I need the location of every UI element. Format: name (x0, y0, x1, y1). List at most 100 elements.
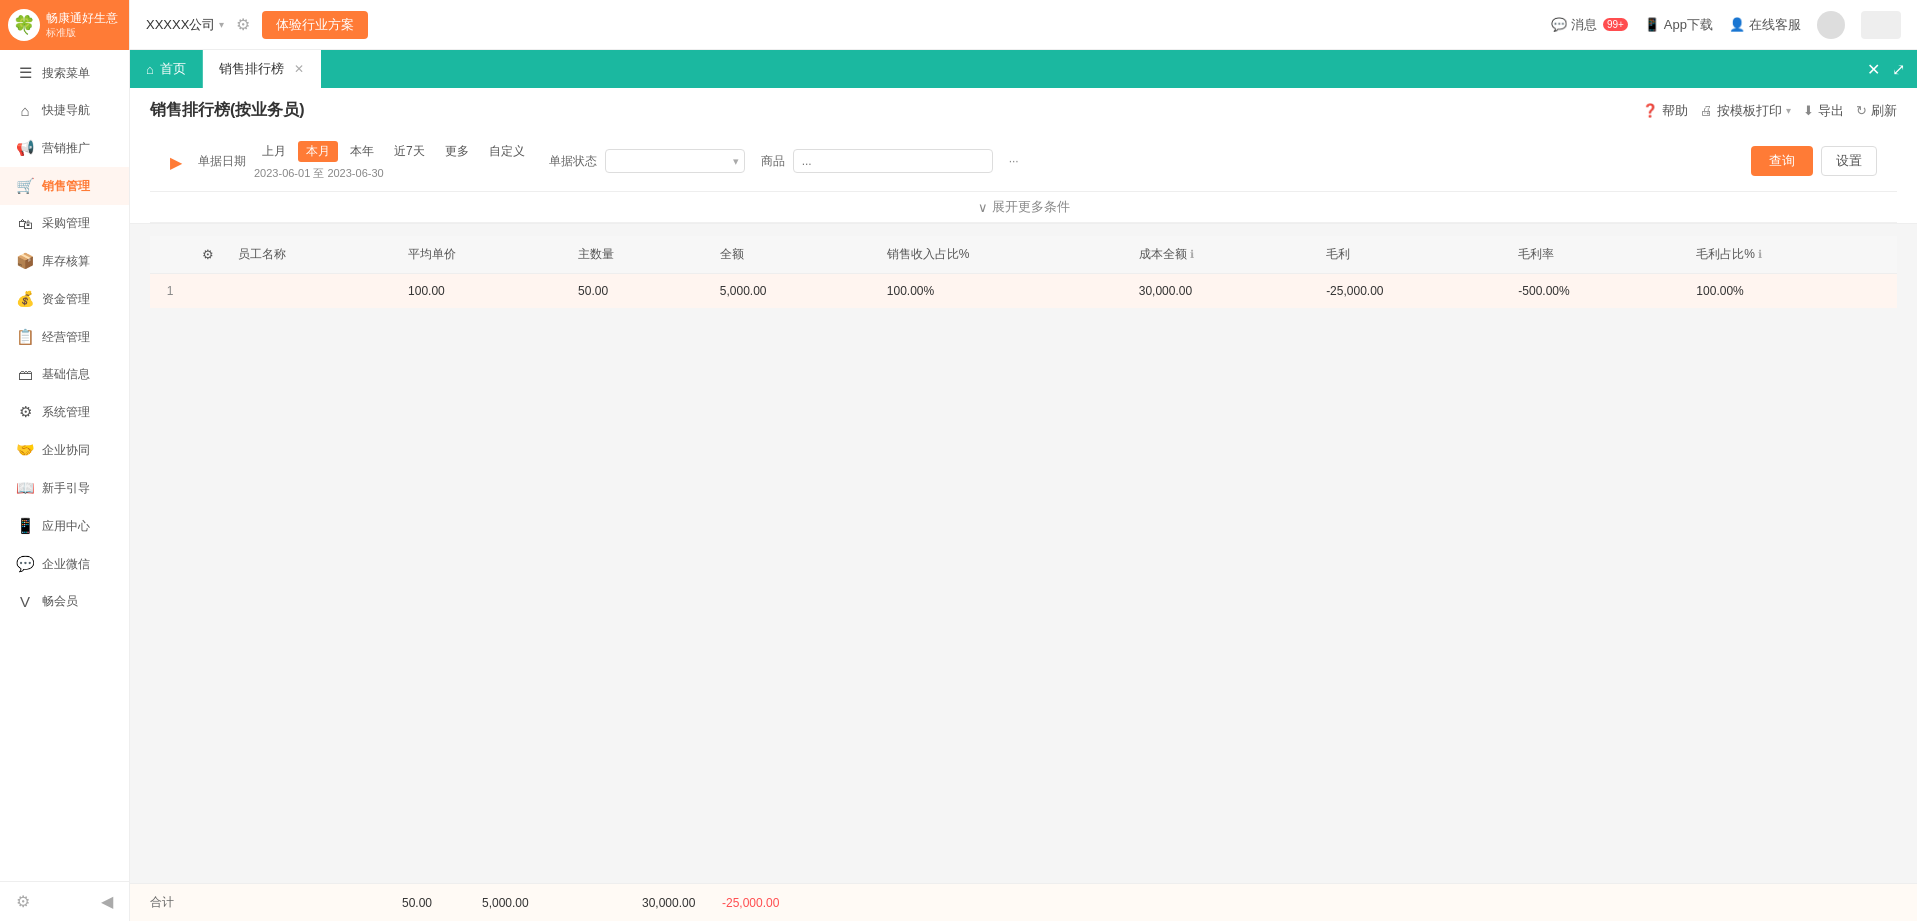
status-label: 单据状态 (549, 153, 597, 170)
message-btn[interactable]: 💬 消息 99+ (1551, 16, 1628, 34)
expand-arrow-icon: ∨ (978, 200, 988, 215)
sidebar-icon: 🛍 (16, 215, 34, 232)
sidebar-label: 畅会员 (42, 593, 78, 610)
td-qty: 50.00 (566, 274, 708, 309)
collapse-icon[interactable]: ◀ (101, 892, 113, 911)
footer-total-label: 合计 (150, 894, 230, 911)
footer-qty: 50.00 (390, 896, 470, 910)
th-index (150, 236, 190, 274)
refresh-btn[interactable]: ↻ 刷新 (1856, 102, 1897, 120)
sidebar-item-企业协同[interactable]: 🤝企业协同 (0, 431, 129, 469)
date-range: 2023-06-01 至 2023-06-30 (254, 166, 533, 181)
date-tabs: 上月 本月 本年 近7天 更多 自定义 (254, 141, 533, 162)
date-tab-this-year[interactable]: 本年 (342, 141, 382, 162)
app-download-btn[interactable]: 📱 App下载 (1644, 16, 1713, 34)
sidebar-item-搜索菜单[interactable]: ☰ 搜索菜单 (0, 54, 129, 92)
tab-sales-ranking[interactable]: 销售排行榜 ✕ (203, 50, 321, 88)
logo-icon: 🍀 (8, 9, 40, 41)
sidebar-label: 新手引导 (42, 480, 90, 497)
tab-home[interactable]: ⌂ 首页 (130, 50, 203, 88)
filter-more-dots[interactable]: ··· (1009, 154, 1019, 168)
expand-bar: ∨ 展开更多条件 (150, 192, 1897, 223)
message-badge: 99+ (1603, 18, 1628, 31)
th-qty: 主数量 (566, 236, 708, 274)
sidebar-item-营销推广[interactable]: 📢营销推广 (0, 129, 129, 167)
date-tab-custom[interactable]: 自定义 (481, 141, 533, 162)
table-body: 1 100.00 50.00 5,000.00 100.00% 30,000.0… (150, 274, 1897, 309)
topbar-settings-icon[interactable]: ⚙ (236, 15, 250, 34)
gross-pct-info-icon[interactable]: ℹ (1758, 248, 1762, 260)
sidebar-item-资金管理[interactable]: 💰资金管理 (0, 280, 129, 318)
home-icon: ⌂ (146, 62, 154, 77)
footer-cost: 30,000.00 (630, 896, 710, 910)
sidebar-label: 基础信息 (42, 366, 90, 383)
sidebar-nav: ☰ 搜索菜单 ⌂快捷导航📢营销推广🛒销售管理 🛍 采购管理 📦 库存核算 💰资金管理 📋 经营管理… (0, 50, 129, 881)
filter-row: ▶ 单据日期 上月 本月 本年 近7天 更多 自定义 (150, 131, 1897, 192)
filter-collapse-btn[interactable]: ▶ (170, 151, 182, 172)
date-tab-this-month[interactable]: 本月 (298, 141, 338, 162)
date-label: 单据日期 (198, 153, 246, 170)
tab-expand-icon[interactable]: ⤢ (1892, 60, 1905, 79)
sidebar-label: 采购管理 (42, 215, 90, 232)
tab-home-label: 首页 (160, 60, 186, 78)
tab-minimize-icon[interactable]: ✕ (1867, 60, 1880, 79)
sidebar-label: 搜索菜单 (42, 65, 90, 82)
expand-more-btn[interactable]: ∨ 展开更多条件 (978, 198, 1070, 216)
th-gross-rate: 毛利率 (1506, 236, 1684, 274)
avatar[interactable] (1817, 11, 1845, 39)
sidebar-item-库存核算[interactable]: 📦 库存核算 (0, 242, 129, 280)
sidebar-label: 经营管理 (42, 329, 90, 346)
date-tab-more[interactable]: 更多 (437, 141, 477, 162)
online-service-btn[interactable]: 👤 在线客服 (1729, 16, 1801, 34)
date-tab-7days[interactable]: 近7天 (386, 141, 433, 162)
sidebar-item-经营管理[interactable]: 📋 经营管理 (0, 318, 129, 356)
tab-actions: ✕ ⤢ (1855, 50, 1917, 88)
help-btn[interactable]: ❓ 帮助 (1642, 102, 1688, 120)
sidebar-item-基础信息[interactable]: 🗃 基础信息 (0, 356, 129, 393)
date-tab-last-month[interactable]: 上月 (254, 141, 294, 162)
app-name: 畅康通好生意 (46, 11, 118, 27)
footer-cell-spacer1 (230, 896, 310, 910)
table-head: ⚙ 员工名称 平均单价 主数量 全额 销售收入占比% 成本全额 ℹ 毛利 毛利率… (150, 236, 1897, 274)
help-label: 帮助 (1662, 102, 1688, 120)
app-sub: 标准版 (46, 26, 118, 39)
settings-button[interactable]: 设置 (1821, 146, 1877, 176)
footer-sales-pct (550, 896, 630, 910)
sidebar-item-采购管理[interactable]: 🛍 采购管理 (0, 205, 129, 242)
trial-button[interactable]: 体验行业方案 (262, 11, 368, 39)
app-download-label: App下载 (1664, 16, 1713, 34)
cost-info-icon[interactable]: ℹ (1190, 248, 1194, 260)
sidebar-item-快捷导航[interactable]: ⌂快捷导航 (0, 92, 129, 129)
goods-filter-group: 商品 (761, 149, 993, 173)
sidebar-item-应用中心[interactable]: 📱应用中心 (0, 507, 129, 545)
status-select[interactable] (605, 149, 745, 173)
user-name-placeholder (1861, 11, 1901, 39)
status-filter-group: 单据状态 (549, 149, 745, 173)
th-settings[interactable]: ⚙ (190, 236, 226, 274)
sidebar-item-销售管理[interactable]: 🛒销售管理 (0, 167, 129, 205)
settings-footer-icon[interactable]: ⚙ (16, 892, 30, 911)
goods-input[interactable] (793, 149, 993, 173)
export-btn[interactable]: ⬇ 导出 (1803, 102, 1844, 120)
table-header-row: ⚙ 员工名称 平均单价 主数量 全额 销售收入占比% 成本全额 ℹ 毛利 毛利率… (150, 236, 1897, 274)
sidebar-icon: 🛒 (16, 177, 34, 195)
sidebar-label: 企业微信 (42, 556, 90, 573)
sidebar-icon: 🗃 (16, 366, 34, 383)
tab-close-icon[interactable]: ✕ (294, 62, 304, 76)
template-print-btn[interactable]: 🖨 按模板打印 ▾ (1700, 102, 1791, 120)
col-settings-icon[interactable]: ⚙ (202, 247, 214, 262)
page-actions: ❓ 帮助 🖨 按模板打印 ▾ ⬇ 导出 ↻ (1642, 102, 1897, 120)
sidebar-icon: 📋 (16, 328, 34, 346)
sidebar-item-企业微信[interactable]: 💬企业微信 (0, 545, 129, 583)
sidebar-item-系统管理[interactable]: ⚙系统管理 (0, 393, 129, 431)
sidebar-item-畅会员[interactable]: V畅会员 (0, 583, 129, 620)
sidebar-item-新手引导[interactable]: 📖新手引导 (0, 469, 129, 507)
sidebar-label: 库存核算 (42, 253, 90, 270)
message-icon: 💬 (1551, 17, 1567, 32)
query-button[interactable]: 查询 (1751, 146, 1813, 176)
sidebar-icon: ☰ (16, 64, 34, 82)
sidebar-icon: 📦 (16, 252, 34, 270)
filter-actions: 查询 设置 (1751, 146, 1877, 176)
td-settings (190, 274, 226, 309)
company-selector[interactable]: XXXXX公司 ▾ (146, 16, 224, 34)
